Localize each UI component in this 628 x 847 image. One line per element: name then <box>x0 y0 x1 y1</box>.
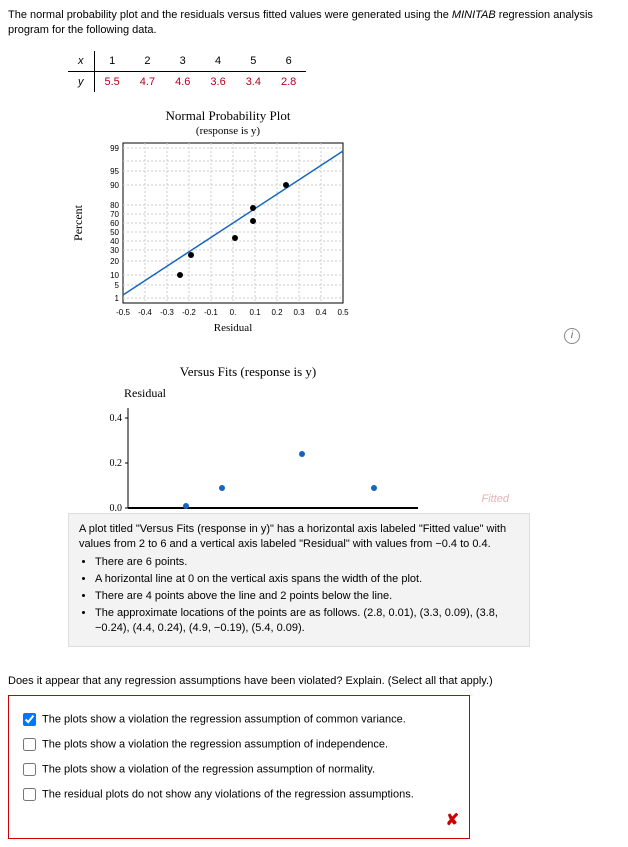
data-table: x 1 2 3 4 5 6 y 5.5 4.7 4.6 3.6 3.4 2.8 <box>68 51 306 92</box>
checkbox-0[interactable] <box>23 713 36 726</box>
x-header: x <box>68 51 94 72</box>
svg-text:50: 50 <box>110 228 119 237</box>
answers-box: The plots show a violation the regressio… <box>8 695 470 839</box>
checkbox-2[interactable] <box>23 763 36 776</box>
npp-title: Normal Probability Plot <box>166 108 291 123</box>
option-label: The plots show a violation the regressio… <box>42 713 406 725</box>
svg-text:99: 99 <box>110 144 119 153</box>
desc-bullet: The approximate locations of the points … <box>95 606 519 636</box>
svg-text:-0.1: -0.1 <box>204 308 218 317</box>
y-header: y <box>68 71 94 92</box>
svg-text:1: 1 <box>115 294 120 303</box>
option-3[interactable]: The residual plots do not show any viola… <box>19 785 459 804</box>
xv: 5 <box>236 51 271 72</box>
yv: 5.5 <box>94 71 130 92</box>
svg-text:-0.5: -0.5 <box>116 308 130 317</box>
svg-text:0.4: 0.4 <box>110 413 123 424</box>
svg-text:-0.4: -0.4 <box>138 308 152 317</box>
svg-text:-0.3: -0.3 <box>160 308 174 317</box>
plot-description-box: Fitted A plot titled "Versus Fits (respo… <box>68 513 530 647</box>
intro-text: The normal probability plot and the resi… <box>8 8 620 39</box>
option-label: The residual plots do not show any viola… <box>42 788 414 800</box>
info-icon[interactable]: i <box>564 328 580 344</box>
xv: 1 <box>94 51 130 72</box>
svg-text:0.1: 0.1 <box>249 308 261 317</box>
npp-ylabel: Percent <box>71 204 85 241</box>
yv: 4.7 <box>130 71 165 92</box>
option-0[interactable]: The plots show a violation the regressio… <box>19 710 459 729</box>
option-label: The plots show a violation the regressio… <box>42 738 388 750</box>
versus-fits-plot: Versus Fits (response is y) Residual 0.0… <box>68 364 620 513</box>
xv: 3 <box>165 51 200 72</box>
option-label: The plots show a violation of the regres… <box>42 763 375 775</box>
svg-text:0.2: 0.2 <box>271 308 283 317</box>
svg-text:0.2: 0.2 <box>110 458 123 469</box>
svg-text:30: 30 <box>110 246 119 255</box>
checkbox-1[interactable] <box>23 738 36 751</box>
svg-text:70: 70 <box>110 210 119 219</box>
desc-intro: A plot titled "Versus Fits (response in … <box>79 522 519 552</box>
question-text: Does it appear that any regression assum… <box>8 675 620 687</box>
xv: 6 <box>271 51 306 72</box>
svg-text:0.4: 0.4 <box>315 308 327 317</box>
svg-text:0.5: 0.5 <box>337 308 349 317</box>
yv: 4.6 <box>165 71 200 92</box>
svg-text:0.0: 0.0 <box>110 503 123 513</box>
normal-probability-plot: Normal Probability Plot (response is y) … <box>68 108 620 344</box>
desc-bullet: There are 6 points. <box>95 555 519 570</box>
xv: 4 <box>200 51 235 72</box>
option-2[interactable]: The plots show a violation of the regres… <box>19 760 459 779</box>
desc-bullet: There are 4 points above the line and 2 … <box>95 589 519 604</box>
option-1[interactable]: The plots show a violation the regressio… <box>19 735 459 754</box>
svg-text:0.3: 0.3 <box>293 308 305 317</box>
yv: 2.8 <box>271 71 306 92</box>
desc-bullet: A horizontal line at 0 on the vertical a… <box>95 572 519 587</box>
vf-title: Versus Fits (response is y) <box>98 364 398 380</box>
svg-text:10: 10 <box>110 271 119 280</box>
vf-ylabel: Residual <box>124 386 620 401</box>
npp-xlabel: Residual <box>214 322 253 334</box>
fitted-ghost-label: Fitted <box>481 492 509 507</box>
svg-text:5: 5 <box>115 281 120 290</box>
npp-subtitle: (response is y) <box>196 125 260 137</box>
svg-text:-0.2: -0.2 <box>182 308 196 317</box>
svg-text:60: 60 <box>110 219 119 228</box>
yv: 3.4 <box>236 71 271 92</box>
svg-text:95: 95 <box>110 167 119 176</box>
incorrect-mark-icon: ✘ <box>19 810 459 830</box>
xv: 2 <box>130 51 165 72</box>
svg-text:90: 90 <box>110 181 119 190</box>
svg-text:20: 20 <box>110 257 119 266</box>
svg-text:0.: 0. <box>230 308 237 317</box>
checkbox-3[interactable] <box>23 788 36 801</box>
yv: 3.6 <box>200 71 235 92</box>
svg-text:80: 80 <box>110 201 119 210</box>
svg-text:40: 40 <box>110 237 119 246</box>
